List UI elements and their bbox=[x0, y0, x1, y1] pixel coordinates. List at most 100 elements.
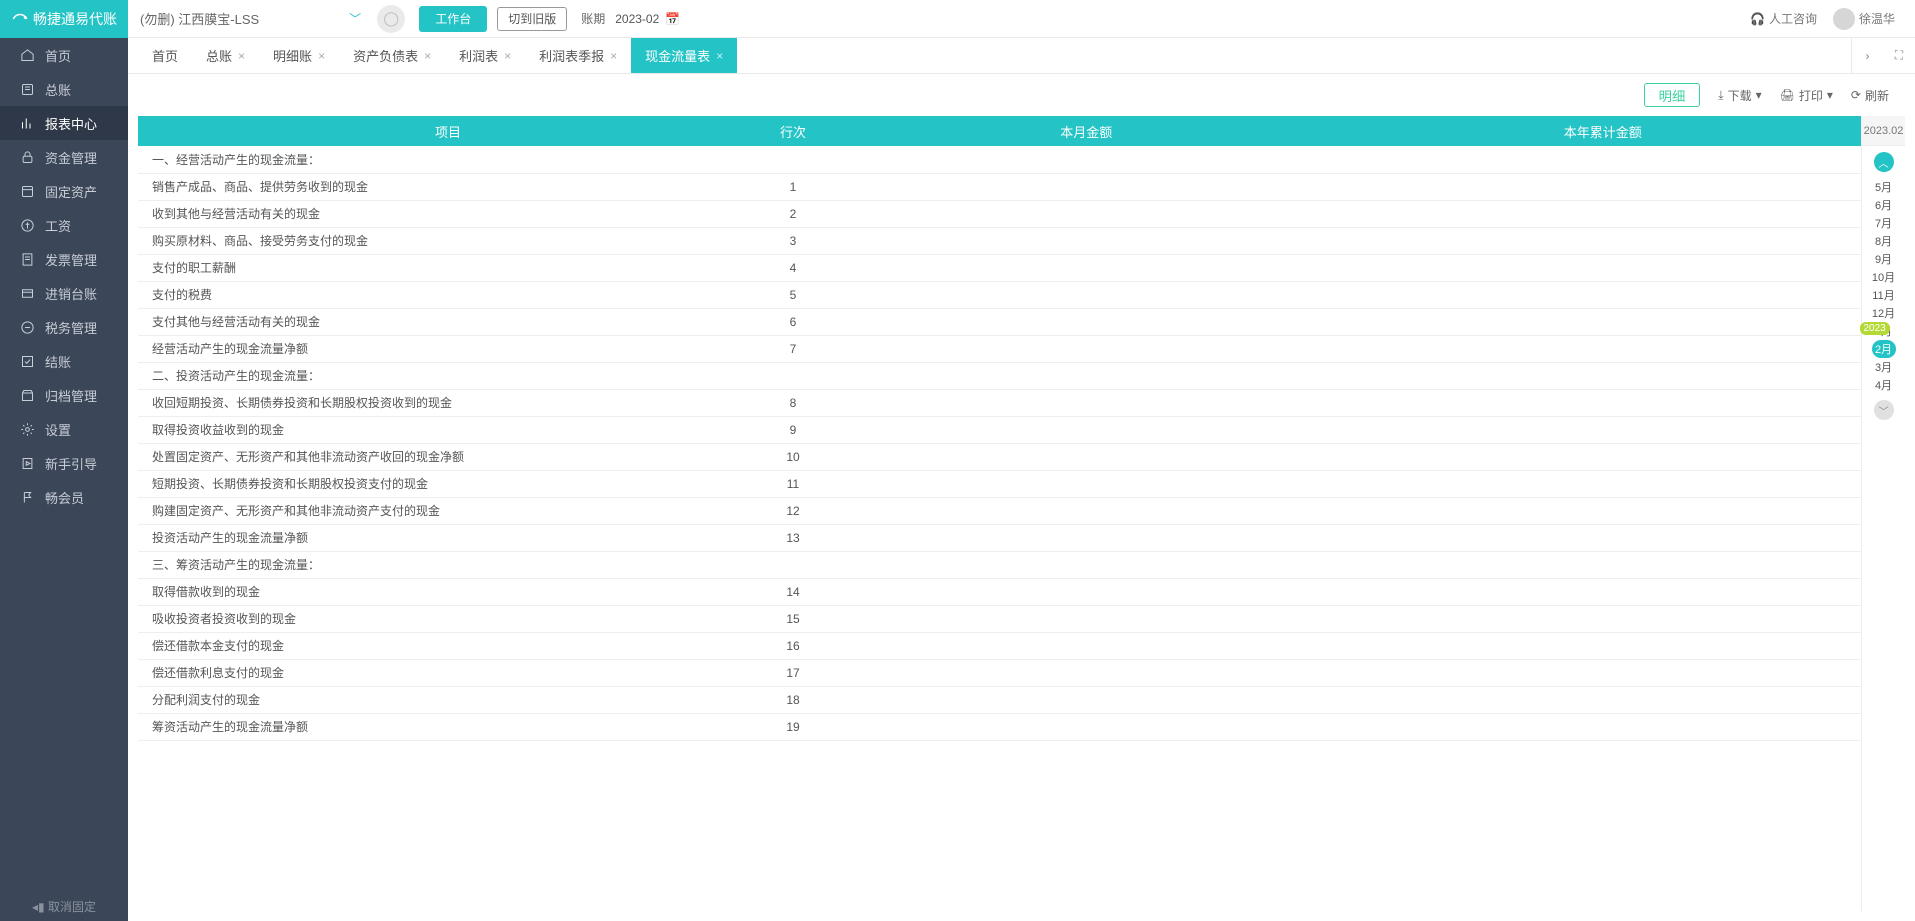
print-button[interactable]: 🖨 打印 ▾ bbox=[1780, 87, 1833, 104]
close-icon[interactable]: × bbox=[610, 49, 617, 63]
tab-利润表[interactable]: 利润表× bbox=[445, 38, 525, 73]
month-option[interactable]: 4月 bbox=[1872, 376, 1896, 394]
refresh-button[interactable]: ⟳ 刷新 bbox=[1851, 87, 1889, 104]
cell-item: 取得投资收益收到的现金 bbox=[138, 416, 758, 443]
tab-首页[interactable]: 首页 bbox=[138, 38, 192, 73]
sidebar-item-asset[interactable]: 固定资产 bbox=[0, 174, 128, 208]
tab-资产负债表[interactable]: 资产负债表 × bbox=[339, 38, 445, 73]
tabs-collapse-button[interactable]: › bbox=[1851, 38, 1883, 73]
sidebar-item-invoice[interactable]: 发票管理 bbox=[0, 242, 128, 276]
cell-line: 3 bbox=[758, 227, 828, 254]
fullscreen-button[interactable]: ⛶ bbox=[1883, 38, 1915, 73]
month-option[interactable]: 6月 bbox=[1872, 196, 1896, 214]
sidebar-item-salary[interactable]: 工资 bbox=[0, 208, 128, 242]
tab-现金流量表[interactable]: 现金流量表 × bbox=[631, 38, 737, 73]
lock-icon bbox=[20, 150, 35, 165]
sidebar-item-label: 税务管理 bbox=[45, 318, 97, 337]
tab-利润表季报[interactable]: 利润表季报× bbox=[525, 38, 631, 73]
cell-line: 8 bbox=[758, 389, 828, 416]
archive-icon bbox=[20, 388, 35, 403]
sidebar-item-close[interactable]: 结账 bbox=[0, 344, 128, 378]
sidebar-item-home[interactable]: 首页 bbox=[0, 38, 128, 72]
sidebar-item-label: 总账 bbox=[45, 80, 71, 99]
chevron-down-icon: ▾ bbox=[1827, 88, 1833, 102]
consult-label: 人工咨询 bbox=[1769, 10, 1817, 27]
cell-month bbox=[828, 578, 1345, 605]
table-row: 吸收投资者投资收到的现金15 bbox=[138, 605, 1861, 632]
chevron-down-icon: ▾ bbox=[1756, 88, 1762, 102]
cell-month bbox=[828, 497, 1345, 524]
close-icon[interactable]: × bbox=[716, 49, 723, 63]
cell-month bbox=[828, 713, 1345, 740]
tab-总账[interactable]: 总账× bbox=[192, 38, 259, 73]
cashflow-table: 项目 行次 本月金额 本年累计金额 一、经营活动产生的现金流量：销售产成品、商品… bbox=[138, 116, 1861, 741]
cell-line: 13 bbox=[758, 524, 828, 551]
close-icon[interactable]: × bbox=[318, 49, 325, 63]
period-panel: 2023.02 ︿ 5月6月7月8月9月10月11月12月20231月2月3月4… bbox=[1861, 116, 1905, 911]
workbench-button[interactable]: 工作台 bbox=[419, 6, 487, 32]
close-icon[interactable]: × bbox=[424, 49, 431, 63]
tab-label: 资产负债表 bbox=[353, 46, 418, 65]
app-logo: 畅捷通易代账 bbox=[0, 0, 128, 38]
month-option[interactable]: 9月 bbox=[1872, 250, 1896, 268]
cell-month bbox=[828, 632, 1345, 659]
period-down-button[interactable]: ﹀ bbox=[1874, 400, 1894, 420]
period-value[interactable]: 2023-02 bbox=[615, 12, 659, 26]
cell-month bbox=[828, 173, 1345, 200]
sidebar-item-chart[interactable]: 报表中心 bbox=[0, 106, 128, 140]
month-option[interactable]: 7月 bbox=[1872, 214, 1896, 232]
detail-button[interactable]: 明细 bbox=[1644, 83, 1701, 107]
sidebar-item-lock[interactable]: 资金管理 bbox=[0, 140, 128, 174]
table-row: 购买原材料、商品、接受劳务支付的现金3 bbox=[138, 227, 1861, 254]
month-option[interactable]: 5月 bbox=[1872, 178, 1896, 196]
clock-icon[interactable]: ◯ bbox=[377, 5, 405, 33]
home-icon bbox=[20, 48, 35, 63]
switch-old-button[interactable]: 切到旧版 bbox=[497, 7, 567, 31]
cell-line: 5 bbox=[758, 281, 828, 308]
consult-link[interactable]: 🎧 人工咨询 bbox=[1750, 10, 1817, 27]
sidebar-item-gear[interactable]: 设置 bbox=[0, 412, 128, 446]
table-row: 投资活动产生的现金流量净额13 bbox=[138, 524, 1861, 551]
download-button[interactable]: ⤓ 下载 ▾ bbox=[1718, 87, 1761, 104]
cell-year bbox=[1345, 416, 1862, 443]
table-row: 收到其他与经营活动有关的现金2 bbox=[138, 200, 1861, 227]
calendar-icon[interactable]: 📅 bbox=[665, 12, 680, 26]
sidebar-item-archive[interactable]: 归档管理 bbox=[0, 378, 128, 412]
user-menu[interactable]: 徐温华 bbox=[1833, 8, 1895, 30]
month-option[interactable]: 3月 bbox=[1872, 358, 1896, 376]
cell-item: 投资活动产生的现金流量净额 bbox=[138, 524, 758, 551]
cell-item: 取得借款收到的现金 bbox=[138, 578, 758, 605]
close-icon[interactable]: × bbox=[238, 49, 245, 63]
sidebar-footer[interactable]: ◂▮ 取消固定 bbox=[0, 898, 128, 915]
month-option[interactable]: 2月 bbox=[1872, 340, 1896, 358]
logo-icon bbox=[11, 10, 29, 28]
sidebar-item-label: 结账 bbox=[45, 352, 71, 371]
cell-item: 处置固定资产、无形资产和其他非流动资产收回的现金净额 bbox=[138, 443, 758, 470]
month-option[interactable]: 11月 bbox=[1872, 286, 1896, 304]
chevron-down-icon: ﹀ bbox=[349, 10, 361, 27]
company-selector[interactable]: (勿删) 江西膜宝-LSS ﹀ bbox=[140, 9, 361, 28]
period-up-button[interactable]: ︿ bbox=[1874, 152, 1894, 172]
month-option[interactable]: 8月 bbox=[1872, 232, 1896, 250]
col-item: 项目 bbox=[138, 116, 758, 146]
table-row: 短期投资、长期债券投资和长期股权投资支付的现金11 bbox=[138, 470, 1861, 497]
year-badge: 2023 bbox=[1860, 322, 1890, 335]
sidebar-item-guide[interactable]: 新手引导 bbox=[0, 446, 128, 480]
tab-label: 现金流量表 bbox=[645, 46, 710, 65]
sidebar-item-tax[interactable]: 税务管理 bbox=[0, 310, 128, 344]
close-icon[interactable]: × bbox=[504, 49, 511, 63]
sidebar-item-ledger[interactable]: 总账 bbox=[0, 72, 128, 106]
gear-icon bbox=[20, 422, 35, 437]
cell-line bbox=[758, 146, 828, 173]
sidebar-item-vip[interactable]: 畅会员 bbox=[0, 480, 128, 514]
sidebar-item-stock[interactable]: 进销台账 bbox=[0, 276, 128, 310]
cell-line: 17 bbox=[758, 659, 828, 686]
sidebar: 首页总账报表中心资金管理固定资产工资发票管理进销台账税务管理结账归档管理设置新手… bbox=[0, 0, 128, 921]
sidebar-item-label: 固定资产 bbox=[45, 182, 97, 201]
ledger-icon bbox=[20, 82, 35, 97]
month-option[interactable]: 10月 bbox=[1872, 268, 1896, 286]
month-option[interactable]: 12月 bbox=[1872, 304, 1896, 322]
cell-item: 购买原材料、商品、接受劳务支付的现金 bbox=[138, 227, 758, 254]
cell-line: 19 bbox=[758, 713, 828, 740]
tab-明细账[interactable]: 明细账× bbox=[259, 38, 339, 73]
